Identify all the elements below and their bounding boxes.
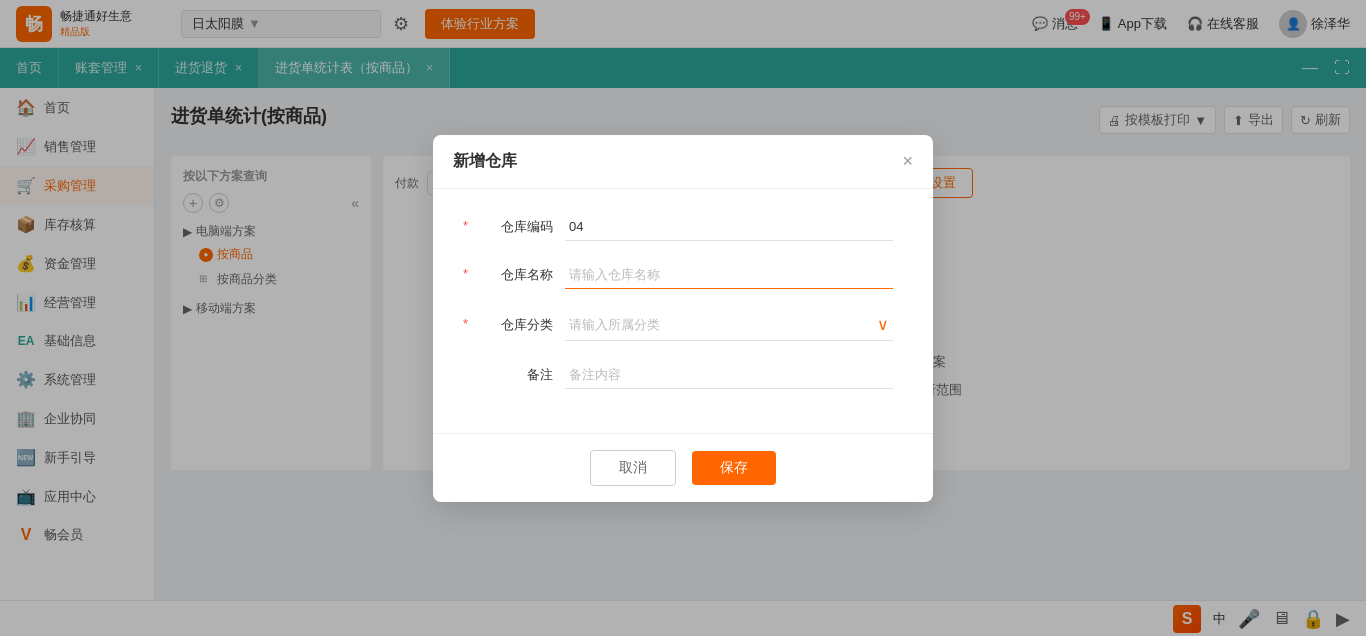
category-select-row[interactable]: ∨: [565, 309, 893, 341]
dialog-body: 仓库编码 仓库名称 仓库分类 ∨ 备注: [433, 189, 933, 433]
note-input[interactable]: [565, 361, 893, 389]
code-input[interactable]: [565, 213, 893, 241]
dialog-overlay[interactable]: 新增仓库 × 仓库编码 仓库名称 仓库分类 ∨ 备注: [0, 0, 1366, 636]
category-dropdown-icon[interactable]: ∨: [877, 315, 889, 334]
dialog-close-btn[interactable]: ×: [902, 152, 913, 170]
category-label: 仓库分类: [473, 316, 553, 334]
category-field-row: 仓库分类 ∨: [473, 309, 893, 341]
save-button[interactable]: 保存: [692, 451, 776, 485]
new-warehouse-dialog: 新增仓库 × 仓库编码 仓库名称 仓库分类 ∨ 备注: [433, 135, 933, 502]
note-field-row: 备注: [473, 361, 893, 389]
cancel-button[interactable]: 取消: [590, 450, 676, 486]
code-label: 仓库编码: [473, 218, 553, 236]
dialog-header: 新增仓库 ×: [433, 135, 933, 189]
name-label: 仓库名称: [473, 266, 553, 284]
name-field-row: 仓库名称: [473, 261, 893, 289]
code-field-row: 仓库编码: [473, 213, 893, 241]
dialog-title: 新增仓库: [453, 151, 517, 172]
category-input[interactable]: [569, 317, 877, 332]
name-input[interactable]: [565, 261, 893, 289]
dialog-footer: 取消 保存: [433, 433, 933, 502]
note-label: 备注: [473, 366, 553, 384]
